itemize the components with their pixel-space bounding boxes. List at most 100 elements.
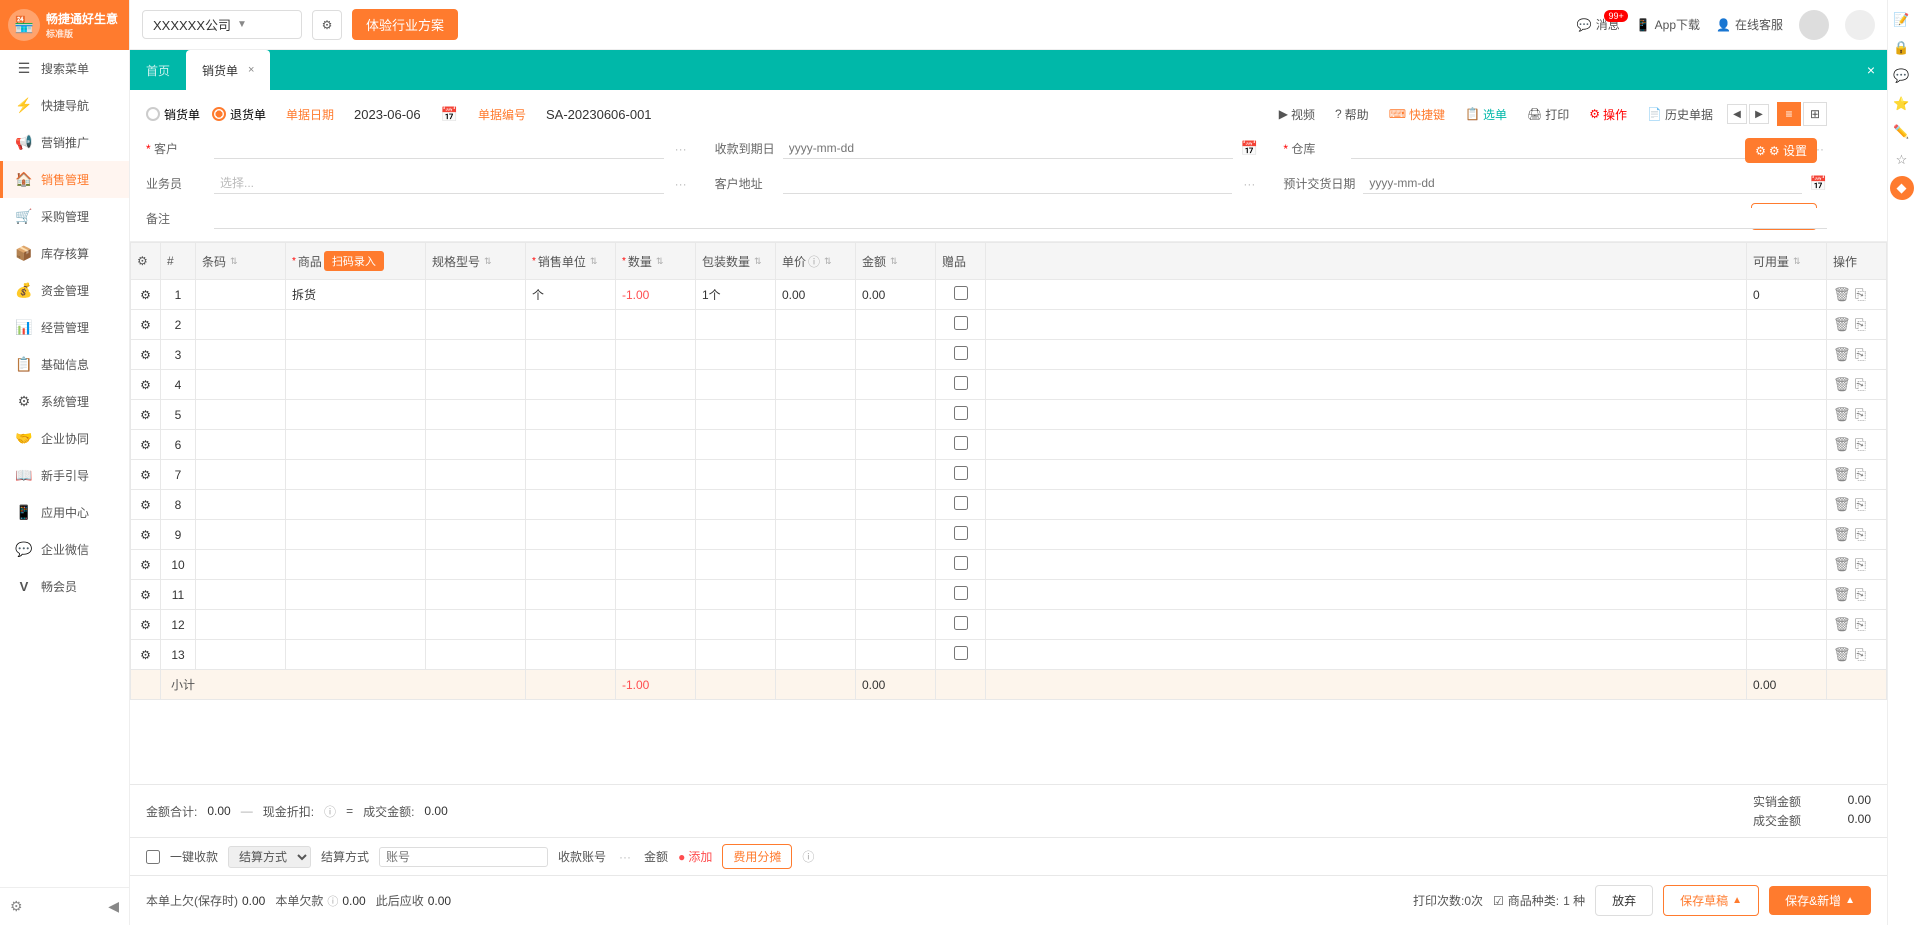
sidebar-item-basic-info[interactable]: 📋 基础信息 [0,346,129,383]
sidebar-item-marketing[interactable]: 📢 营销推广 [0,124,129,161]
trial-button[interactable]: 体验行业方案 [352,9,458,40]
sidebar-item-inventory[interactable]: 📦 库存核算 [0,235,129,272]
delete-row-icon[interactable]: 🗑 [1833,436,1851,453]
notes-input[interactable] [214,208,1827,229]
one-click-payment-checkbox[interactable] [146,850,160,864]
copy-row-icon[interactable]: ⎘ [1855,406,1866,423]
expected-date-input[interactable] [1363,173,1801,194]
customer-address-input[interactable] [783,173,1233,194]
row-settings-cell[interactable]: ⚙ [131,280,161,310]
col-available-header[interactable]: 可用量⇅ [1747,243,1827,280]
row-unit-cell[interactable] [526,310,616,340]
rt-pencil-icon[interactable]: ✏️ [1890,120,1914,144]
row-settings-cell[interactable]: ⚙ [131,310,161,340]
abandon-button[interactable]: 放弃 [1595,885,1653,916]
copy-row-icon[interactable]: ⎘ [1855,646,1866,663]
video-help-button[interactable]: ▶ 视频 [1273,103,1321,126]
rt-chat-icon[interactable]: 💬 [1890,64,1914,88]
radio-sales-order[interactable]: 销货单 [146,106,200,123]
delete-row-icon[interactable]: 🗑 [1833,316,1851,333]
gift-checkbox[interactable] [954,286,968,300]
delete-row-icon[interactable]: 🗑 [1833,376,1851,393]
save-draft-button[interactable]: 保存草稿 ▲ [1663,885,1759,916]
sort-icon[interactable]: ⇅ [590,256,598,267]
col-qty-header[interactable]: *数量⇅ [616,243,696,280]
user-avatar[interactable] [1799,10,1829,40]
sidebar-item-enterprise[interactable]: 🤝 企业协同 [0,420,129,457]
sidebar-item-member[interactable]: V 畅会员 [0,568,129,605]
delete-row-icon[interactable]: 🗑 [1833,526,1851,543]
row-qty-cell[interactable]: -1.00 [616,280,696,310]
row-price-cell[interactable]: 0.00 [776,280,856,310]
scan-barcode-button[interactable]: 扫码录入 [324,251,384,271]
row-qty-cell[interactable] [616,310,696,340]
copy-row-icon[interactable]: ⎘ [1855,496,1866,513]
print-button[interactable]: 🖨 打印 [1521,103,1575,126]
row-spec-cell[interactable] [426,280,526,310]
sidebar-item-guide[interactable]: 📖 新手引导 [0,457,129,494]
rt-bookmark-icon[interactable]: ☆ [1890,148,1914,172]
notification-button[interactable]: 💬 消息 99+ [1577,16,1620,33]
close-all-tabs-icon[interactable]: × [1867,62,1875,78]
delete-row-icon[interactable]: 🗑 [1833,616,1851,633]
collapse-icon[interactable]: ◀ [108,898,119,915]
account-more-icon[interactable]: ··· [616,847,634,867]
copy-row-icon[interactable]: ⎘ [1855,376,1866,393]
salesperson-more-icon[interactable]: ··· [672,174,690,194]
col-unit-header[interactable]: *销售单位⇅ [526,243,616,280]
online-service-button[interactable]: 👤 在线客服 [1716,16,1783,33]
copy-row-icon[interactable]: ⎘ [1855,616,1866,633]
rt-star-icon[interactable]: ⭐ [1890,92,1914,116]
product-checkbox-icon[interactable]: ☑ [1493,894,1504,908]
row-price-cell[interactable] [776,310,856,340]
user-avatar-extra[interactable] [1845,10,1875,40]
gift-checkbox[interactable] [954,316,968,330]
row-gift-cell[interactable] [936,280,986,310]
delete-row-icon[interactable]: 🗑 [1833,346,1851,363]
add-payment-button[interactable]: ● 添加 [678,848,712,865]
row-amount-cell[interactable] [856,310,936,340]
col-product-header[interactable]: *商品 扫码录入 [286,243,426,280]
list-view-button[interactable]: ≡ [1777,102,1801,126]
delete-row-icon[interactable]: 🗑 [1833,586,1851,603]
sidebar-item-operations[interactable]: 📊 经营管理 [0,309,129,346]
delete-row-icon[interactable]: 🗑 [1833,286,1851,303]
settings-icon[interactable]: ⚙ [10,898,23,915]
payment-date-input[interactable] [783,138,1233,159]
tab-home[interactable]: 首页 [130,50,186,90]
copy-row-icon[interactable]: ⎘ [1855,466,1866,483]
row-pkg-cell[interactable]: 1个 [696,280,776,310]
sidebar-item-purchase[interactable]: 🛒 采购管理 [0,198,129,235]
help-button[interactable]: ? 帮助 [1329,103,1375,126]
settings-button[interactable]: ⚙ ⚙ 设置 [1745,138,1817,163]
sidebar-item-sales[interactable]: 🏠 销售管理 [0,161,129,198]
sort-icon[interactable]: ⇅ [484,256,492,267]
row-unit-cell[interactable]: 个 [526,280,616,310]
sidebar-item-finance[interactable]: 💰 资金管理 [0,272,129,309]
copy-row-icon[interactable]: ⎘ [1855,586,1866,603]
copy-row-icon[interactable]: ⎘ [1855,556,1866,573]
copy-row-icon[interactable]: ⎘ [1855,436,1866,453]
col-barcode-header[interactable]: 条码⇅ [196,243,286,280]
row-barcode-cell[interactable] [196,310,286,340]
row-product-cell[interactable]: 拆货 [286,280,426,310]
expense-allocation-button[interactable]: 费用分摊 [722,844,792,869]
company-selector[interactable]: XXXXXX公司 ▼ [142,10,302,39]
col-amount-header[interactable]: 金额⇅ [856,243,936,280]
price-info-icon[interactable]: ⓘ [808,253,820,270]
rt-lock-icon[interactable]: 🔒 [1890,36,1914,60]
row-product-cell[interactable] [286,310,426,340]
tab-close-icon[interactable]: × [248,64,254,76]
shortcut-button[interactable]: ⌨ 快捷键 [1383,103,1451,126]
warehouse-input[interactable]: 建材仓 [1351,138,1801,159]
row-pkg-cell[interactable] [696,310,776,340]
col-pkg-header[interactable]: 包装数量⇅ [696,243,776,280]
sort-icon[interactable]: ⇅ [890,256,898,267]
col-spec-header[interactable]: 规格型号⇅ [426,243,526,280]
history-button[interactable]: 📄 历史单据 [1641,103,1719,126]
copy-row-icon[interactable]: ⎘ [1855,316,1866,333]
sidebar-item-apps[interactable]: 📱 应用中心 [0,494,129,531]
sidebar-item-nav[interactable]: ⚡ 快捷导航 [0,87,129,124]
col-settings-header[interactable]: ⚙ [131,243,161,280]
payment-account-input[interactable] [379,847,548,867]
